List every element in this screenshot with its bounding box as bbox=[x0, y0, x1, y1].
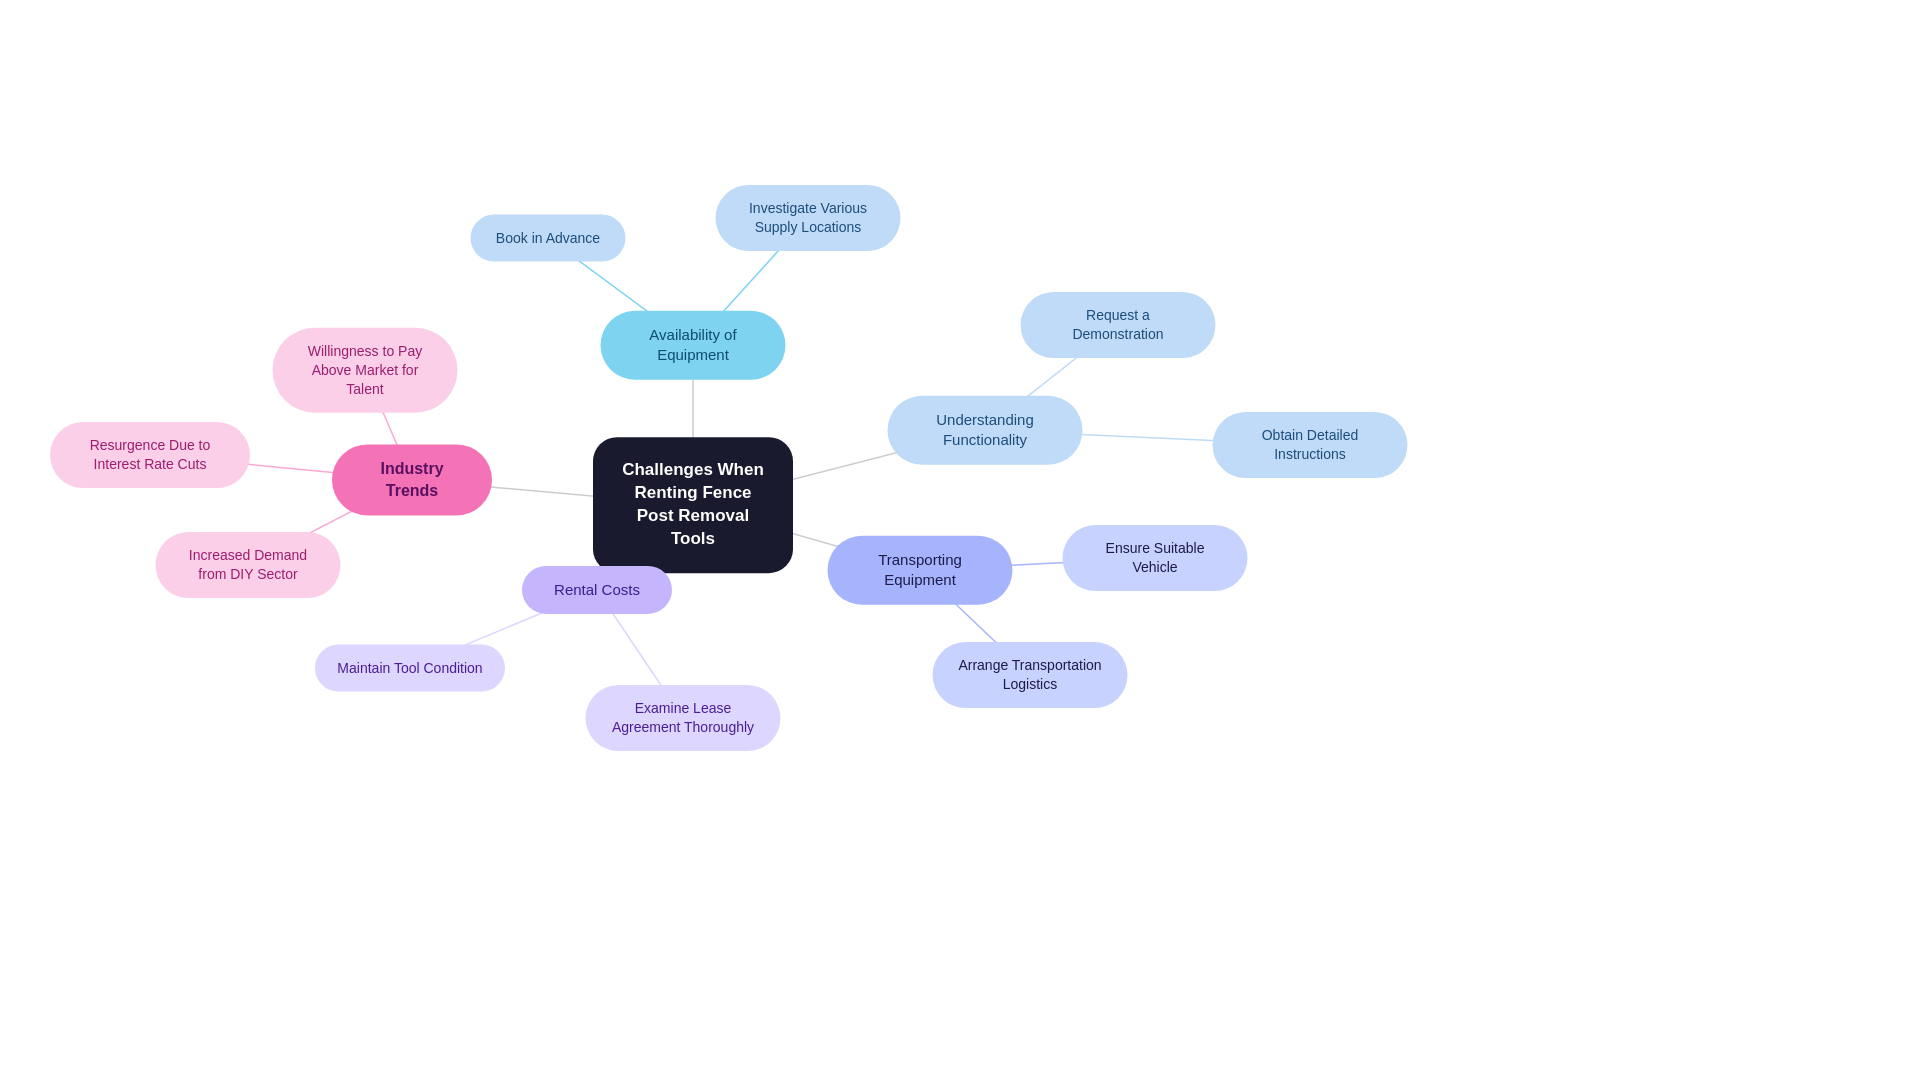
obtain-instructions-node: Obtain Detailed Instructions bbox=[1213, 412, 1408, 478]
rental-costs-node: Rental Costs bbox=[522, 566, 672, 614]
investigate-node: Investigate Various Supply Locations bbox=[716, 185, 901, 251]
willingness-node: Willingness to Pay Above Market for Tale… bbox=[273, 328, 458, 413]
maintain-tool-node: Maintain Tool Condition bbox=[315, 645, 505, 692]
book-advance-node: Book in Advance bbox=[471, 215, 626, 262]
availability-node: Availability of Equipment bbox=[601, 311, 786, 380]
industry-trends-node: Industry Trends bbox=[332, 444, 492, 515]
understanding-node: Understanding Functionality bbox=[888, 396, 1083, 465]
examine-lease-node: Examine Lease Agreement Thoroughly bbox=[586, 685, 781, 751]
arrange-transport-node: Arrange Transportation Logistics bbox=[933, 642, 1128, 708]
center-node: Challenges When Renting Fence Post Remov… bbox=[593, 437, 793, 573]
resurgence-node: Resurgence Due to Interest Rate Cuts bbox=[50, 422, 250, 488]
request-demo-node: Request a Demonstration bbox=[1021, 292, 1216, 358]
increased-demand-node: Increased Demand from DIY Sector bbox=[156, 532, 341, 598]
ensure-vehicle-node: Ensure Suitable Vehicle bbox=[1063, 525, 1248, 591]
transporting-node: Transporting Equipment bbox=[828, 536, 1013, 605]
